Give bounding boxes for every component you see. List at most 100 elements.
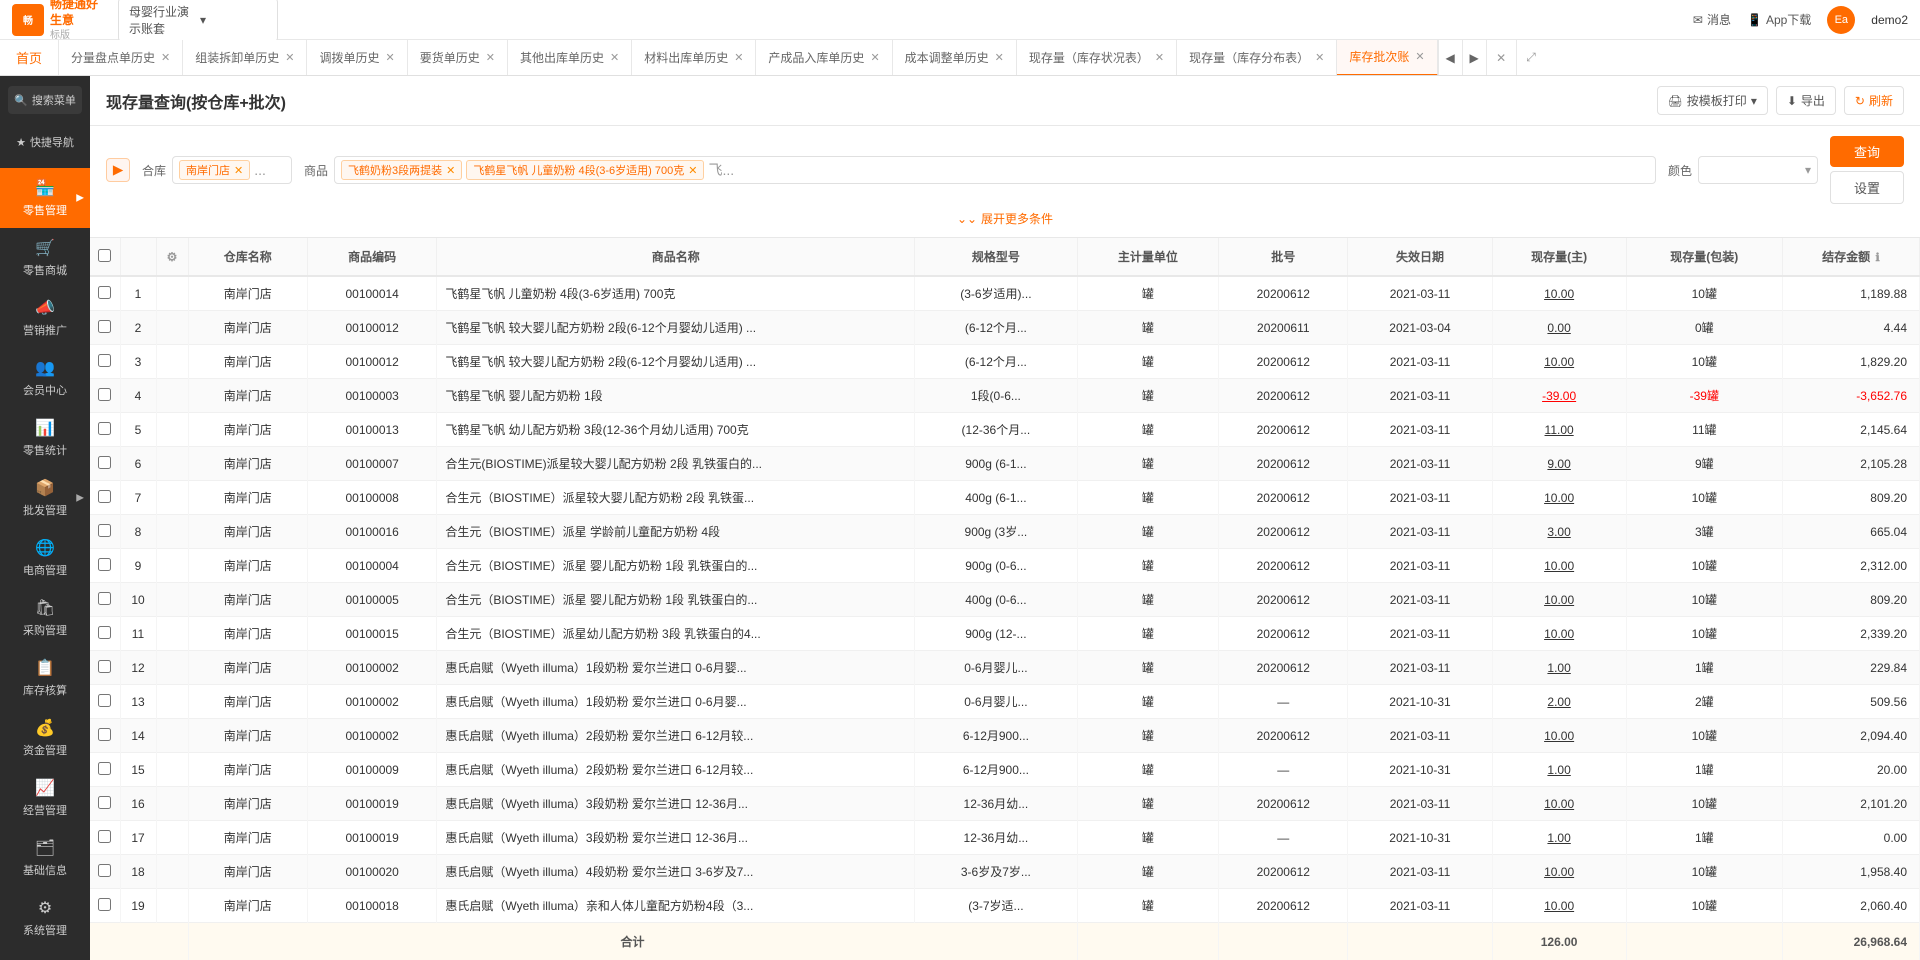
cell-qty-main[interactable]: 10.00 [1492,583,1626,617]
tab-material-out[interactable]: 材料出库单历史 ✕ [632,40,756,76]
message-button[interactable]: ✉ 消息 [1693,11,1731,28]
filter-expand-button[interactable]: ▶ [106,158,130,182]
row-checkbox[interactable] [98,626,111,639]
shortcut-nav-button[interactable]: ★ 快捷导航 [8,130,82,154]
tab-close-icon[interactable]: ✕ [870,51,879,64]
cell-checkbox[interactable] [90,889,120,923]
row-checkbox[interactable] [98,286,111,299]
sidebar-item-basic-info[interactable]: 🗂 基础信息 [0,828,90,888]
cell-qty-main[interactable]: 10.00 [1492,719,1626,753]
sidebar-item-marketing[interactable]: 📣 营销推广 [0,288,90,348]
cell-qty-main[interactable]: 11.00 [1492,413,1626,447]
cell-qty-main[interactable]: 10.00 [1492,617,1626,651]
tab-require[interactable]: 要货单历史 ✕ [408,40,508,76]
sidebar-item-company-coop[interactable]: 🤝 企业协同 [0,948,90,960]
cell-qty-main[interactable]: 10.00 [1492,855,1626,889]
tab-close-icon[interactable]: ✕ [1155,51,1164,64]
cell-checkbox[interactable] [90,413,120,447]
cell-qty-main[interactable]: 10.00 [1492,549,1626,583]
tab-close-icon[interactable]: ✕ [995,51,1004,64]
tab-inventory-status[interactable]: 现存量（库存状况表） ✕ [1017,40,1177,76]
warehouse-tag-close[interactable]: ✕ [234,164,243,177]
tab-expand-btn[interactable]: ⤢ [1516,40,1546,76]
color-dropdown-icon[interactable]: ▾ [1805,163,1811,177]
warehouse-more-dots[interactable]: ... [254,162,266,178]
tab-close-icon[interactable]: ✕ [734,51,743,64]
user-name[interactable]: demo2 [1871,13,1908,27]
cell-checkbox[interactable] [90,515,120,549]
row-checkbox[interactable] [98,388,111,401]
sidebar-item-member-center[interactable]: 👥 会员中心 [0,348,90,408]
color-filter-container[interactable]: ▾ [1698,156,1818,184]
row-checkbox[interactable] [98,558,111,571]
expand-more-btn[interactable]: ⌄⌄ 展开更多条件 [106,204,1904,227]
row-checkbox[interactable] [98,660,111,673]
row-checkbox[interactable] [98,898,111,911]
row-checkbox[interactable] [98,524,111,537]
tab-disassemble[interactable]: 组装拆卸单历史 ✕ [183,40,307,76]
sidebar-item-retail-mgmt[interactable]: 🏪 零售管理 ▶ [0,168,90,228]
cell-checkbox[interactable] [90,549,120,583]
row-checkbox[interactable] [98,320,111,333]
search-menu-button[interactable]: 🔍 搜索菜单 [8,86,82,114]
tab-home[interactable]: 首页 [0,40,59,76]
sidebar-item-retail-mall[interactable]: 🛒 零售商城 [0,228,90,288]
refresh-button[interactable]: ↻ 刷新 [1844,86,1904,115]
tab-mix[interactable]: 调拨单历史 ✕ [307,40,407,76]
tab-close-icon[interactable]: ✕ [1315,51,1324,64]
cell-checkbox[interactable] [90,855,120,889]
cell-checkbox[interactable] [90,719,120,753]
cell-qty-main[interactable]: 10.00 [1492,345,1626,379]
tab-close-icon[interactable]: ✕ [386,51,395,64]
app-download-button[interactable]: 📱 App下载 [1747,11,1811,28]
row-checkbox[interactable] [98,864,111,877]
row-checkbox[interactable] [98,728,111,741]
avatar[interactable]: Ea [1827,6,1855,34]
cell-checkbox[interactable] [90,651,120,685]
product-tag-1-close[interactable]: ✕ [446,164,455,177]
tab-other-out[interactable]: 其他出库单历史 ✕ [508,40,632,76]
cell-qty-main[interactable]: 1.00 [1492,651,1626,685]
balance-info-icon[interactable]: ℹ [1876,252,1880,264]
industry-selector[interactable]: 母婴行业演示账套 ▾ [118,0,278,42]
cell-checkbox[interactable] [90,311,120,345]
cell-qty-main[interactable]: 9.00 [1492,447,1626,481]
cell-qty-main[interactable]: 2.00 [1492,685,1626,719]
tab-close-all-btn[interactable]: ✕ [1486,40,1516,76]
tab-cost-adjust[interactable]: 成本调整单历史 ✕ [893,40,1017,76]
tab-close-icon[interactable]: ✕ [486,51,495,64]
cell-checkbox[interactable] [90,481,120,515]
tab-close-icon[interactable]: ✕ [1415,50,1424,63]
tab-close-icon[interactable]: ✕ [285,51,294,64]
cell-qty-main[interactable]: 10.00 [1492,889,1626,923]
cell-checkbox[interactable] [90,276,120,311]
cell-checkbox[interactable] [90,787,120,821]
cell-checkbox[interactable] [90,753,120,787]
cell-checkbox[interactable] [90,685,120,719]
cell-qty-main[interactable]: 10.00 [1492,787,1626,821]
sidebar-item-system[interactable]: ⚙ 系统管理 [0,888,90,948]
cell-checkbox[interactable] [90,617,120,651]
product-more-label[interactable]: 飞... [708,160,734,180]
sidebar-item-purchase[interactable]: 🛍 采购管理 [0,588,90,648]
cell-qty-main[interactable]: 10.00 [1492,276,1626,311]
settings-button[interactable]: 设置 [1830,171,1904,204]
row-checkbox[interactable] [98,422,111,435]
tab-partial-inventory[interactable]: 分量盘点单历史 ✕ [59,40,183,76]
tab-close-icon[interactable]: ✕ [610,51,619,64]
sidebar-item-wholesale[interactable]: 📦 批发管理 ▶ [0,468,90,528]
row-checkbox[interactable] [98,354,111,367]
col-gear[interactable]: ⚙ [156,238,188,276]
cell-checkbox[interactable] [90,345,120,379]
cell-checkbox[interactable] [90,447,120,481]
sidebar-item-ecommerce[interactable]: 🌐 电商管理 [0,528,90,588]
sidebar-item-operation[interactable]: 📈 经营管理 [0,768,90,828]
sidebar-item-inventory-check[interactable]: 📋 库存核算 [0,648,90,708]
template-print-button[interactable]: 🖨 按模板打印 ▾ [1657,86,1768,115]
cell-checkbox[interactable] [90,821,120,855]
sidebar-item-finance[interactable]: 💰 资金管理 [0,708,90,768]
cell-qty-main[interactable]: 1.00 [1492,821,1626,855]
row-checkbox[interactable] [98,796,111,809]
tab-close-icon[interactable]: ✕ [161,51,170,64]
cell-checkbox[interactable] [90,583,120,617]
